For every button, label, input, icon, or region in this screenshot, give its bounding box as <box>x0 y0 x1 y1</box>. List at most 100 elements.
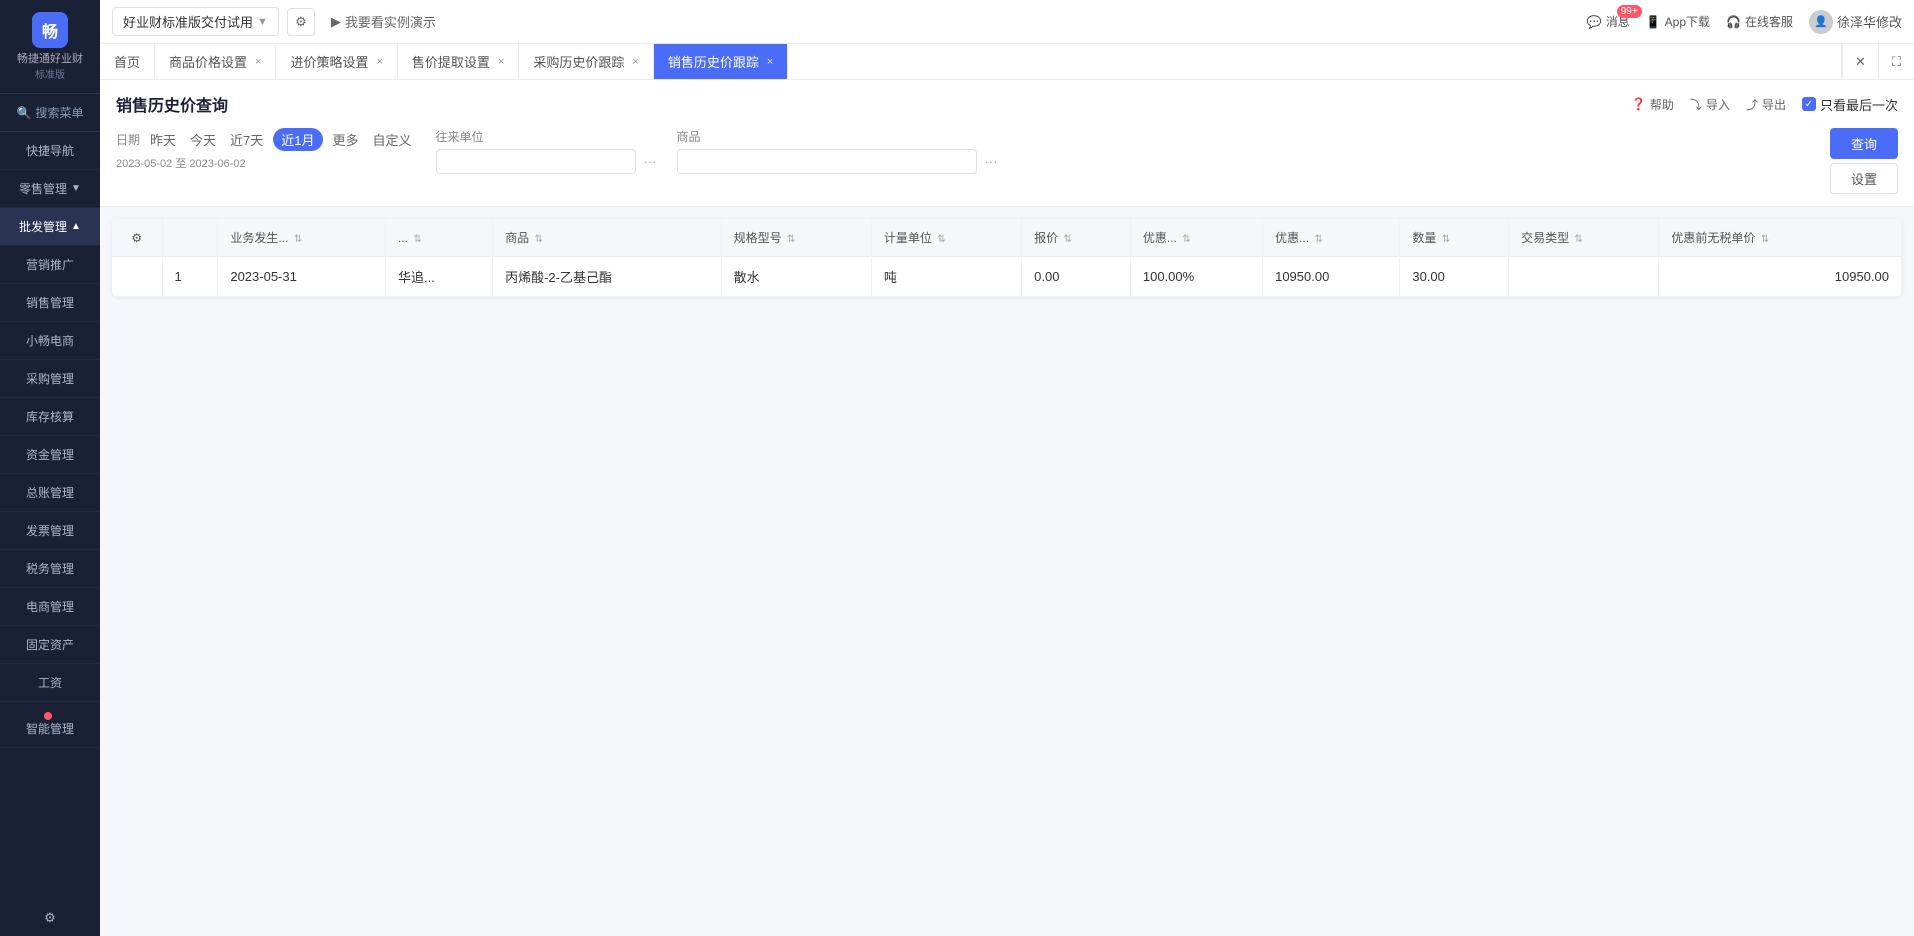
date-option-more[interactable]: 更多 <box>329 128 363 151</box>
import-icon: ⤵ <box>1690 96 1702 113</box>
message-btn[interactable]: 💬 消息 99+ <box>1587 13 1630 30</box>
import-btn[interactable]: ⤵ 导入 <box>1690 96 1730 113</box>
export-icon: ⤴ <box>1746 96 1758 113</box>
sidebar-item-marketing[interactable]: 营销推广 <box>0 246 100 284</box>
sidebar-item-salary[interactable]: 工资 <box>0 664 100 702</box>
td-quantity: 30.00 <box>1400 257 1509 297</box>
tab-right-actions: ✕ ⛶ <box>1841 44 1914 80</box>
sidebar-item-fixed-assets-label: 固定资产 <box>26 636 74 653</box>
close-icon[interactable]: × <box>255 56 261 68</box>
product-filter-group: 商品 ··· <box>677 128 998 174</box>
topbar-demo-btn[interactable]: ▶ 我要看实例演示 <box>331 12 436 31</box>
import-label: 导入 <box>1706 96 1730 113</box>
tab-expand-btn[interactable]: ⛶ <box>1878 44 1914 80</box>
td-discount2: 10950.00 <box>1263 257 1400 297</box>
tab-product-price[interactable]: 商品价格设置 × <box>155 44 276 80</box>
message-badge: 99+ <box>1617 5 1642 18</box>
sidebar-item-inventory[interactable]: 库存核算 <box>0 398 100 436</box>
th-spec[interactable]: 规格型号 ⇅ <box>721 219 871 257</box>
tab-close-btn[interactable]: ✕ <box>1842 44 1878 80</box>
chevron-up-icon: ▲ <box>71 221 81 232</box>
topbar-gear-btn[interactable]: ⚙ <box>287 8 315 36</box>
tab-home[interactable]: 首页 <box>100 44 155 80</box>
sidebar-item-purchase[interactable]: 采购管理 <box>0 360 100 398</box>
app-download-btn[interactable]: 📱 App下载 <box>1646 13 1710 30</box>
sidebar-item-ecommerce-light[interactable]: 小畅电商 <box>0 322 100 360</box>
sidebar-item-retail-label: 零售管理 <box>19 180 67 197</box>
sidebar-item-retail[interactable]: 零售管理 ▼ <box>0 170 100 208</box>
th-discount2-label: 优惠... <box>1275 231 1309 245</box>
query-btn[interactable]: 查询 <box>1830 128 1898 159</box>
topbar-right: 💬 消息 99+ 📱 App下载 🎧 在线客服 👤 徐泽华修改 <box>1587 10 1902 34</box>
td-pretax-price: 10950.00 <box>1659 257 1902 297</box>
td-index: 1 <box>162 257 218 297</box>
chevron-down-icon: ▼ <box>257 16 268 28</box>
source-unit-dots-btn[interactable]: ··· <box>644 154 657 169</box>
version-selector[interactable]: 好业财标准版交付试用 ▼ <box>112 7 279 36</box>
online-service-btn[interactable]: 🎧 在线客服 <box>1726 13 1793 30</box>
sidebar-item-wholesale[interactable]: 批发管理 ▲ <box>0 208 100 246</box>
sidebar-item-fixed-assets[interactable]: 固定资产 <box>0 626 100 664</box>
date-option-yesterday[interactable]: 昨天 <box>146 128 180 151</box>
only-last-label: 只看最后一次 <box>1820 95 1898 114</box>
help-icon: ❓ <box>1631 97 1646 111</box>
date-option-last7[interactable]: 近7天 <box>226 128 267 151</box>
td-unit: 吨 <box>871 257 1021 297</box>
th-quantity[interactable]: 数量 ⇅ <box>1400 219 1509 257</box>
close-icon[interactable]: × <box>767 56 773 68</box>
sidebar-item-ledger[interactable]: 总账管理 <box>0 474 100 512</box>
date-option-today[interactable]: 今天 <box>186 128 220 151</box>
th-price[interactable]: 报价 ⇅ <box>1022 219 1131 257</box>
th-extra[interactable]: ... ⇅ <box>385 219 492 257</box>
th-product[interactable]: 商品 ⇅ <box>493 219 722 257</box>
th-gear[interactable]: ⚙ <box>112 219 162 257</box>
tab-purchase-history[interactable]: 采购历史价跟踪 × <box>519 44 653 80</box>
sidebar-item-tax[interactable]: 税务管理 <box>0 550 100 588</box>
sidebar-item-ecommerce[interactable]: 电商管理 <box>0 588 100 626</box>
close-icon[interactable]: × <box>498 56 504 68</box>
expand-icon: ⛶ <box>1892 54 1901 70</box>
download-icon: 📱 <box>1646 15 1661 29</box>
close-icon[interactable]: × <box>632 56 638 68</box>
page-content: 销售历史价查询 ❓ 帮助 ⤵ 导入 ⤴ 导出 ✓ <box>100 80 1914 936</box>
sidebar-search[interactable]: 🔍 搜索菜单 <box>0 94 100 132</box>
date-filter-group: 日期 昨天 今天 近7天 近1月 更多 自定义 2023-05-02 至 202… <box>116 128 416 171</box>
sidebar-item-tax-label: 税务管理 <box>26 560 74 577</box>
tab-product-price-label: 商品价格设置 <box>169 52 247 71</box>
th-pretax-price[interactable]: 优惠前无税单价 ⇅ <box>1659 219 1902 257</box>
th-unit[interactable]: 计量单位 ⇅ <box>871 219 1021 257</box>
sidebar-item-ledger-label: 总账管理 <box>26 484 74 501</box>
source-unit-input[interactable] <box>436 149 636 174</box>
only-last-checkbox[interactable]: ✓ 只看最后一次 <box>1802 95 1898 114</box>
th-business-date[interactable]: 业务发生... ⇅ <box>218 219 386 257</box>
topbar-demo-label: 我要看实例演示 <box>345 12 436 31</box>
page-title-row: 销售历史价查询 ❓ 帮助 ⤵ 导入 ⤴ 导出 ✓ <box>116 92 1898 116</box>
th-discount2[interactable]: 优惠... ⇅ <box>1263 219 1400 257</box>
sidebar-item-smart[interactable]: 智能管理 <box>0 702 100 748</box>
tab-sales-history[interactable]: 销售历史价跟踪 × <box>654 44 788 80</box>
th-trade-type[interactable]: 交易类型 ⇅ <box>1509 219 1659 257</box>
date-option-last1month[interactable]: 近1月 <box>273 128 322 151</box>
settings-btn[interactable]: 设置 <box>1830 163 1898 194</box>
tab-purchase-strategy[interactable]: 进价策略设置 × <box>276 44 397 80</box>
sidebar-settings-btn[interactable]: ⚙ <box>0 900 100 936</box>
th-discount1[interactable]: 优惠... ⇅ <box>1130 219 1262 257</box>
sort-icon: ⇅ <box>937 234 945 245</box>
date-option-custom[interactable]: 自定义 <box>369 128 416 151</box>
export-btn[interactable]: ⤴ 导出 <box>1746 96 1786 113</box>
sidebar-item-capital[interactable]: 资金管理 <box>0 436 100 474</box>
search-icon: 🔍 <box>17 106 32 120</box>
version-selector-label: 好业财标准版交付试用 <box>123 12 253 31</box>
user-info[interactable]: 👤 徐泽华修改 <box>1809 10 1902 34</box>
tab-sale-price[interactable]: 售价提取设置 × <box>398 44 519 80</box>
help-btn[interactable]: ❓ 帮助 <box>1631 96 1674 113</box>
sort-icon: ⇅ <box>1442 234 1450 245</box>
close-icon[interactable]: × <box>376 56 382 68</box>
th-trade-type-label: 交易类型 <box>1521 231 1569 245</box>
product-input[interactable] <box>677 149 977 174</box>
sidebar-quick-nav[interactable]: 快捷导航 <box>0 132 100 170</box>
sidebar-item-invoice[interactable]: 发票管理 <box>0 512 100 550</box>
export-label: 导出 <box>1762 96 1786 113</box>
sidebar-item-sales[interactable]: 销售管理 <box>0 284 100 322</box>
product-dots-btn[interactable]: ··· <box>985 154 998 169</box>
